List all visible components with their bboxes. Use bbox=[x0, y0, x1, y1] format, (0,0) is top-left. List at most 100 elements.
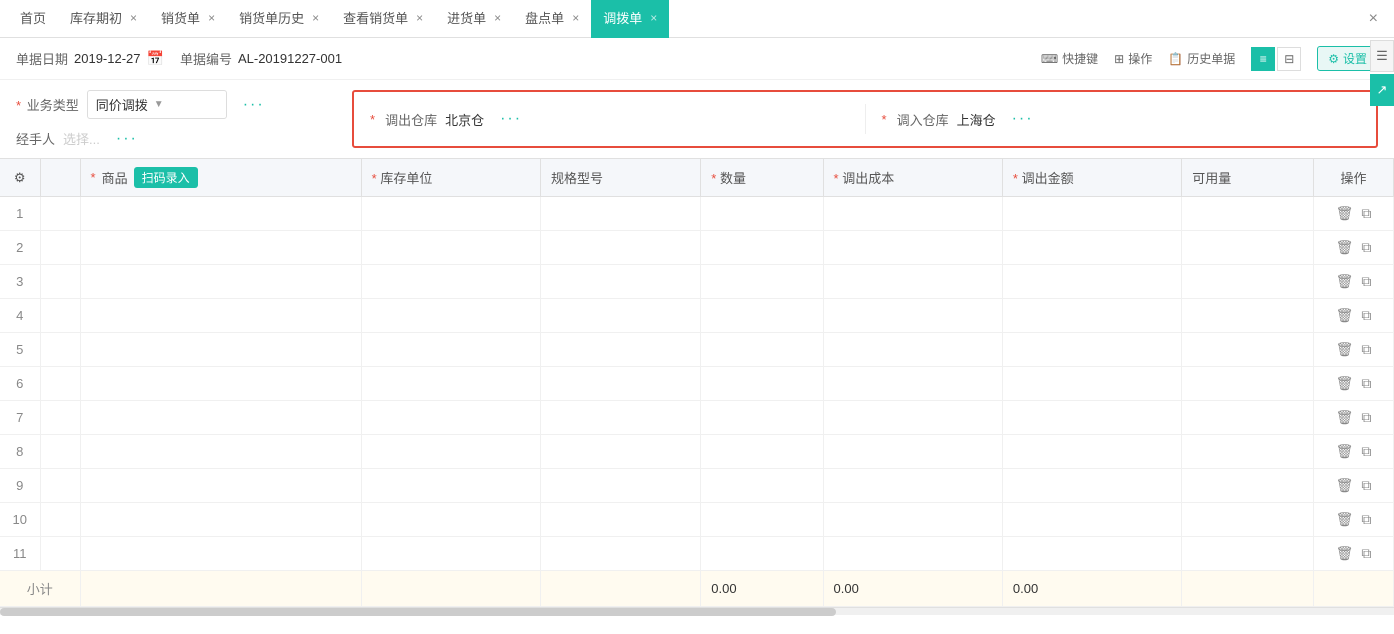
business-type-more[interactable]: ··· bbox=[235, 96, 273, 114]
tab-transfer[interactable]: 调拨单 × bbox=[591, 0, 669, 38]
row-index: 5 bbox=[0, 333, 40, 367]
row-index: 1 bbox=[0, 197, 40, 231]
table-row: 8🗑⧉ bbox=[0, 435, 1394, 469]
th-settings[interactable]: ⚙ bbox=[0, 159, 40, 197]
tab-transfer-close[interactable]: × bbox=[650, 11, 657, 25]
sidebar-list-icon[interactable]: ☰ bbox=[1370, 40, 1394, 72]
operations-action[interactable]: ⊞ 操作 bbox=[1114, 50, 1152, 67]
tab-sales-history-close[interactable]: × bbox=[312, 11, 319, 25]
delete-icon[interactable]: 🗑 bbox=[1336, 273, 1354, 290]
delete-icon[interactable]: 🗑 bbox=[1336, 239, 1354, 256]
tab-inventory-check-close[interactable]: × bbox=[572, 11, 579, 25]
scan-button[interactable]: 扫码录入 bbox=[134, 167, 198, 188]
close-all-tabs[interactable]: × bbox=[1361, 10, 1386, 28]
row-index: 9 bbox=[0, 469, 40, 503]
row-index: 4 bbox=[0, 299, 40, 333]
person-select[interactable]: 选择... bbox=[63, 129, 100, 148]
tab-sales-history-label: 销货单历史 bbox=[239, 8, 304, 27]
chevron-down-icon: ▼ bbox=[154, 99, 164, 110]
row-avail-1 bbox=[1182, 197, 1314, 231]
delete-icon[interactable]: 🗑 bbox=[1336, 409, 1354, 426]
row-qty-1[interactable] bbox=[701, 197, 823, 231]
copy-icon[interactable]: ⧉ bbox=[1361, 511, 1371, 528]
row-product-2[interactable] bbox=[80, 231, 361, 265]
table-row: 5 🗑 ⧉ bbox=[0, 333, 1394, 367]
copy-icon[interactable]: ⧉ bbox=[1361, 205, 1371, 222]
warehouse-in-label: 调入仓库 bbox=[897, 110, 949, 129]
tab-inventory-init-close[interactable]: × bbox=[130, 11, 137, 25]
business-type-required-star: * bbox=[16, 98, 21, 113]
row-unit-1[interactable] bbox=[361, 197, 540, 231]
gear-icon: ⚙ bbox=[1328, 52, 1339, 66]
tab-inventory-init-label: 库存期初 bbox=[70, 8, 122, 27]
row-index: 6 bbox=[0, 367, 40, 401]
copy-icon[interactable]: ⧉ bbox=[1361, 341, 1371, 358]
copy-icon[interactable]: ⧉ bbox=[1361, 273, 1371, 290]
delete-icon[interactable]: 🗑 bbox=[1336, 477, 1354, 494]
delete-icon[interactable]: 🗑 bbox=[1336, 375, 1354, 392]
settings-button[interactable]: ⚙ 设置 bbox=[1317, 46, 1378, 71]
layout-btn-2[interactable]: ⊟ bbox=[1277, 47, 1301, 71]
row-cost-1[interactable] bbox=[823, 197, 1002, 231]
tab-sales-history[interactable]: 销货单历史 × bbox=[227, 0, 331, 38]
right-sidebar: ☰ ↗ bbox=[1370, 38, 1394, 106]
copy-icon[interactable]: ⧉ bbox=[1361, 375, 1371, 392]
shortcuts-icon: ⌨ bbox=[1041, 52, 1058, 66]
copy-icon[interactable]: ⧉ bbox=[1361, 307, 1371, 324]
warehouse-in-more[interactable]: ··· bbox=[1004, 110, 1042, 128]
table-body: 1🗑⧉ 2🗑⧉ 3🗑⧉ 4🗑⧉ 5🗑⧉ 6🗑⧉ 7🗑⧉ 8🗑⧉ 9🗑⧉ 10🗑⧉… bbox=[0, 197, 1394, 607]
scroll-thumb[interactable] bbox=[0, 608, 836, 616]
unit-header-label: 库存单位 bbox=[380, 171, 432, 186]
delete-icon[interactable]: 🗑 bbox=[1336, 341, 1354, 358]
th-product: * 商品 扫码录入 bbox=[80, 159, 361, 197]
tab-home-label: 首页 bbox=[20, 8, 46, 27]
history-action[interactable]: 📋 历史单据 bbox=[1168, 50, 1235, 67]
tab-view-sales-close[interactable]: × bbox=[416, 11, 423, 25]
toolbar: 单据日期 2019-12-27 📅 单据编号 AL-20191227-001 ⌨… bbox=[0, 38, 1394, 80]
copy-icon[interactable]: ⧉ bbox=[1361, 409, 1371, 426]
tab-view-sales-label: 查看销货单 bbox=[343, 8, 408, 27]
shortcuts-action[interactable]: ⌨ 快捷键 bbox=[1041, 50, 1098, 67]
copy-icon[interactable]: ⧉ bbox=[1361, 545, 1371, 562]
tab-sales-order-close[interactable]: × bbox=[208, 11, 215, 25]
table-row: 6 🗑 ⧉ bbox=[0, 367, 1394, 401]
delete-icon[interactable]: 🗑 bbox=[1336, 205, 1354, 222]
subtotal-row: 小计 0.00 0.00 0.00 bbox=[0, 571, 1394, 607]
tab-purchase-order-close[interactable]: × bbox=[494, 11, 501, 25]
layout-btn-1[interactable]: ≡ bbox=[1251, 47, 1275, 71]
copy-icon[interactable]: ⧉ bbox=[1361, 443, 1371, 460]
table-row: 4 🗑 ⧉ bbox=[0, 299, 1394, 333]
tab-home[interactable]: 首页 bbox=[8, 0, 58, 38]
warehouse-out-more[interactable]: ··· bbox=[492, 110, 530, 128]
horizontal-scrollbar[interactable] bbox=[0, 607, 1394, 615]
sidebar-export-icon[interactable]: ↗ bbox=[1370, 74, 1394, 106]
delete-icon[interactable]: 🗑 bbox=[1336, 307, 1354, 324]
copy-icon[interactable]: ⧉ bbox=[1361, 477, 1371, 494]
order-label: 单据编号 bbox=[180, 49, 232, 68]
business-type-select[interactable]: 同价调拨 ▼ bbox=[87, 90, 227, 119]
copy-icon[interactable]: ⧉ bbox=[1361, 239, 1371, 256]
date-picker-icon[interactable]: 📅 bbox=[147, 50, 164, 67]
table-header-row: ⚙ * 商品 扫码录入 * 库存单位 规格型号 bbox=[0, 159, 1394, 197]
tab-purchase-order[interactable]: 进货单 × bbox=[435, 0, 513, 38]
row-amount-1[interactable] bbox=[1002, 197, 1181, 231]
unit-required-star: * bbox=[372, 171, 377, 186]
tab-sales-order[interactable]: 销货单 × bbox=[149, 0, 227, 38]
delete-icon[interactable]: 🗑 bbox=[1336, 545, 1354, 562]
shortcuts-label: 快捷键 bbox=[1062, 50, 1098, 67]
delete-icon[interactable]: 🗑 bbox=[1336, 443, 1354, 460]
tab-sales-order-label: 销货单 bbox=[161, 8, 200, 27]
row-product-1[interactable] bbox=[80, 197, 361, 231]
th-amount: * 调出金额 bbox=[1002, 159, 1181, 197]
th-index bbox=[40, 159, 80, 197]
tab-inventory-check[interactable]: 盘点单 × bbox=[513, 0, 591, 38]
delete-icon[interactable]: 🗑 bbox=[1336, 511, 1354, 528]
th-actions: 操作 bbox=[1314, 159, 1394, 197]
table-container: ⚙ * 商品 扫码录入 * 库存单位 规格型号 bbox=[0, 158, 1394, 634]
tab-inventory-init[interactable]: 库存期初 × bbox=[58, 0, 149, 38]
tab-view-sales[interactable]: 查看销货单 × bbox=[331, 0, 435, 38]
row-spec-1[interactable] bbox=[541, 197, 701, 231]
form-left: * 业务类型 同价调拨 ▼ ··· 经手人 选择... ··· bbox=[16, 90, 336, 148]
person-more[interactable]: ··· bbox=[108, 130, 146, 148]
th-cost: * 调出成本 bbox=[823, 159, 1002, 197]
